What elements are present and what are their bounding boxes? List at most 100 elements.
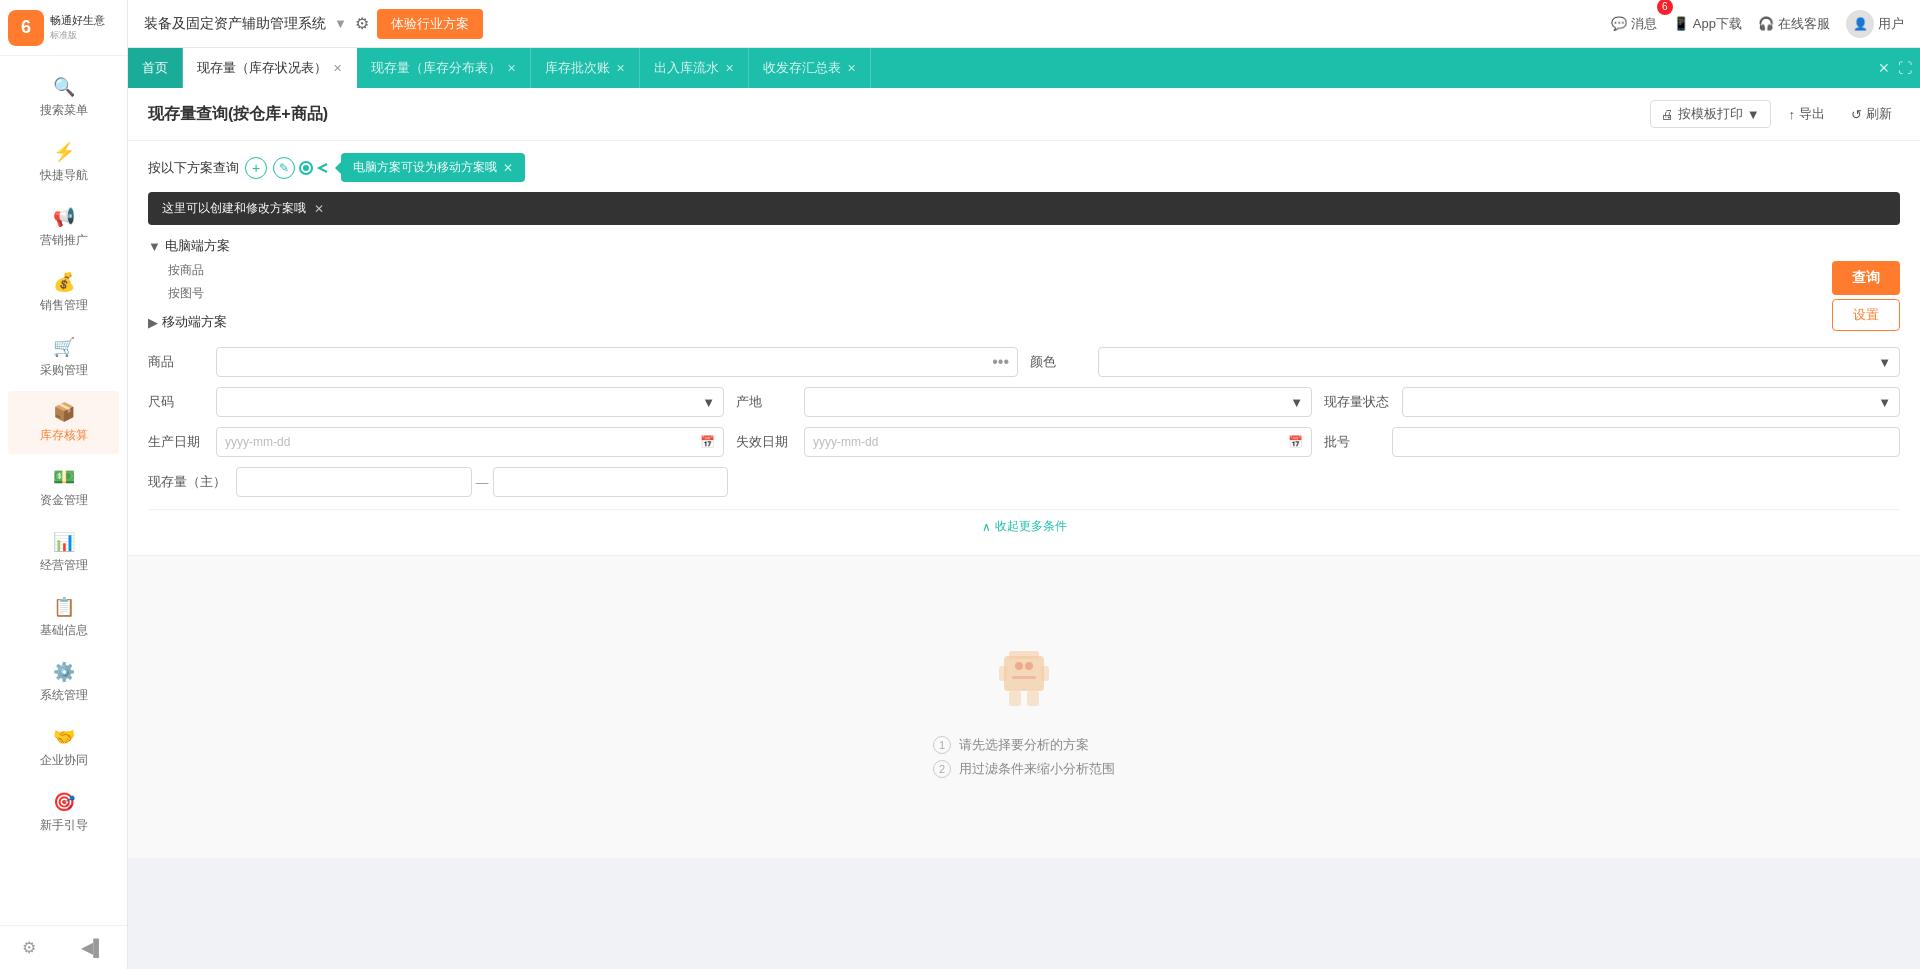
sales-icon: 💰	[53, 271, 75, 293]
sidebar-item-marketing[interactable]: 📢 营销推广	[8, 196, 119, 259]
export-button[interactable]: ↑ 导出	[1781, 101, 1834, 127]
sub-item-by-goods[interactable]: 按商品	[148, 259, 1900, 282]
tip-text-1: 请先选择要分析的方案	[959, 736, 1089, 754]
sidebar-item-label: 经营管理	[40, 557, 88, 574]
edit-scheme-button[interactable]: ✎	[273, 157, 295, 179]
svg-point-3	[1025, 662, 1033, 670]
tooltip2-area: 这里可以创建和修改方案哦 ✕	[148, 192, 1900, 225]
sidebar-item-system[interactable]: ⚙️ 系统管理	[8, 651, 119, 714]
message-btn[interactable]: 💬 消息 6	[1611, 15, 1657, 33]
app-name: 畅通好生意	[50, 13, 105, 28]
print-button[interactable]: 🖨 按模板打印 ▼	[1650, 100, 1771, 128]
sidebar-item-quick[interactable]: ⚡ 快捷导航	[8, 131, 119, 194]
tab-label: 现存量（库存状况表）	[197, 59, 327, 77]
scheme-pc-item[interactable]: ▼ 电脑端方案	[148, 233, 1900, 259]
sidebar-item-basic[interactable]: 📋 基础信息	[8, 586, 119, 649]
collapse-button[interactable]: ∧ 收起更多条件	[148, 509, 1900, 543]
tab-close-icon[interactable]: ✕	[847, 62, 856, 75]
sidebar-item-sales[interactable]: 💰 销售管理	[8, 261, 119, 324]
sidebar-item-label: 搜索菜单	[40, 102, 88, 119]
header-right: 💬 消息 6 📱 App下载 🎧 在线客服 👤 用户	[1611, 10, 1904, 38]
sub-item-label: 按商品	[168, 263, 204, 277]
basic-icon: 📋	[53, 596, 75, 618]
field-origin: 产地 ▼	[736, 387, 1312, 417]
tab-summary[interactable]: 收发存汇总表 ✕	[749, 48, 871, 88]
marketing-icon: 📢	[53, 206, 75, 228]
tab-fullscreen-icon[interactable]: ⛶	[1898, 60, 1912, 76]
tab-home[interactable]: 首页	[128, 48, 183, 88]
sidebar-item-purchase[interactable]: 🛒 采购管理	[8, 326, 119, 389]
field-label: 颜色	[1030, 353, 1090, 371]
tooltip2-close-icon[interactable]: ✕	[314, 202, 324, 216]
color-select[interactable]: ▼	[1098, 347, 1900, 377]
tab-close-icon[interactable]: ✕	[333, 62, 342, 75]
stock-qty-range: —	[236, 467, 728, 497]
field-prod-date: 生产日期 yyyy-mm-dd 📅	[148, 427, 724, 457]
reset-button[interactable]: 设置	[1832, 299, 1900, 331]
collapse-sidebar-icon[interactable]: ◀▌	[81, 938, 104, 957]
size-select[interactable]: ▼	[216, 387, 724, 417]
tooltip1-close-icon[interactable]: ✕	[503, 161, 513, 175]
tab-close-icon[interactable]: ✕	[616, 62, 625, 75]
search-icon: 🔍	[53, 76, 75, 98]
operations-icon: 📊	[53, 531, 75, 553]
trial-button[interactable]: 体验行业方案	[377, 9, 483, 39]
tab-close-icon[interactable]: ✕	[725, 62, 734, 75]
tab-flow[interactable]: 出入库流水 ✕	[640, 48, 749, 88]
sidebar-item-operations[interactable]: 📊 经营管理	[8, 521, 119, 584]
expire-date-start[interactable]: yyyy-mm-dd 📅	[804, 427, 1312, 457]
refresh-label: 刷新	[1866, 105, 1892, 123]
field-stock-qty: 现存量（主） —	[148, 467, 728, 497]
svg-rect-0	[1004, 656, 1044, 691]
content-area: 现存量查询(按仓库+商品) 🖨 按模板打印 ▼ ↑ 导出 ↺ 刷新	[128, 88, 1920, 969]
refresh-icon: ↺	[1851, 107, 1862, 122]
sidebar-item-guide[interactable]: 🎯 新手引导	[8, 781, 119, 844]
scheme-mobile-item[interactable]: ▶ 移动端方案	[148, 309, 1900, 335]
print-dropdown-icon: ▼	[1747, 107, 1760, 122]
refresh-button[interactable]: ↺ 刷新	[1843, 101, 1900, 127]
sub-item-by-figure[interactable]: 按图号	[148, 282, 1900, 305]
connector-area	[301, 162, 331, 174]
sidebar-item-label: 快捷导航	[40, 167, 88, 184]
tab-label: 库存批次账	[545, 59, 610, 77]
tab-stock-dist[interactable]: 现存量（库存分布表） ✕	[357, 48, 531, 88]
sidebar-item-search[interactable]: 🔍 搜索菜单	[8, 66, 119, 129]
stock-qty-start[interactable]	[236, 467, 472, 497]
system-dropdown-icon[interactable]: ▼	[334, 16, 347, 31]
sub-item-label: 按图号	[168, 286, 204, 300]
origin-select[interactable]: ▼	[804, 387, 1312, 417]
add-scheme-button[interactable]: +	[245, 157, 267, 179]
sidebar-item-finance[interactable]: 💵 资金管理	[8, 456, 119, 519]
stock-status-select[interactable]: ▼	[1402, 387, 1900, 417]
tab-stock-status[interactable]: 现存量（库存状况表） ✕	[183, 48, 357, 88]
top-header: 装备及固定资产辅助管理系统 ▼ ⚙ 体验行业方案 💬 消息 6 📱 App下载 …	[128, 0, 1920, 48]
gear-icon[interactable]: ⚙	[355, 14, 369, 33]
sidebar-item-label: 库存核算	[40, 427, 88, 444]
message-icon: 💬	[1611, 16, 1627, 31]
goods-input[interactable]: •••	[216, 347, 1018, 377]
tab-close-all-icon[interactable]: ✕	[1878, 60, 1890, 76]
sidebar: 6 畅通好生意 标准版 🔍 搜索菜单 ⚡ 快捷导航 📢 营销推广 💰 销售管理 …	[0, 0, 128, 969]
stock-qty-end[interactable]	[493, 467, 729, 497]
query-button[interactable]: 查询	[1832, 261, 1900, 295]
sidebar-bottom: ⚙ ◀▌	[0, 925, 127, 969]
user-area[interactable]: 👤 用户	[1846, 10, 1904, 38]
prod-date-start[interactable]: yyyy-mm-dd 📅	[216, 427, 724, 457]
app-download-btn[interactable]: 📱 App下载	[1673, 15, 1742, 33]
tab-batch[interactable]: 库存批次账 ✕	[531, 48, 640, 88]
online-service-label: 在线客服	[1778, 15, 1830, 33]
field-label: 批号	[1324, 433, 1384, 451]
tab-close-icon[interactable]: ✕	[507, 62, 516, 75]
range-sep: —	[476, 475, 489, 490]
main-area: 装备及固定资产辅助管理系统 ▼ ⚙ 体验行业方案 💬 消息 6 📱 App下载 …	[128, 0, 1920, 969]
online-service-btn[interactable]: 🎧 在线客服	[1758, 15, 1830, 33]
sidebar-item-inventory[interactable]: 📦 库存核算	[8, 391, 119, 454]
sidebar-item-enterprise[interactable]: 🤝 企业协同	[8, 716, 119, 779]
field-label: 生产日期	[148, 433, 208, 451]
dots-icon[interactable]: •••	[992, 353, 1009, 371]
batch-input[interactable]	[1392, 427, 1900, 457]
empty-area: 1 请先选择要分析的方案 2 用过滤条件来缩小分析范围	[128, 555, 1920, 858]
field-label: 商品	[148, 353, 208, 371]
settings-icon[interactable]: ⚙	[22, 938, 36, 957]
sidebar-item-label: 新手引导	[40, 817, 88, 834]
